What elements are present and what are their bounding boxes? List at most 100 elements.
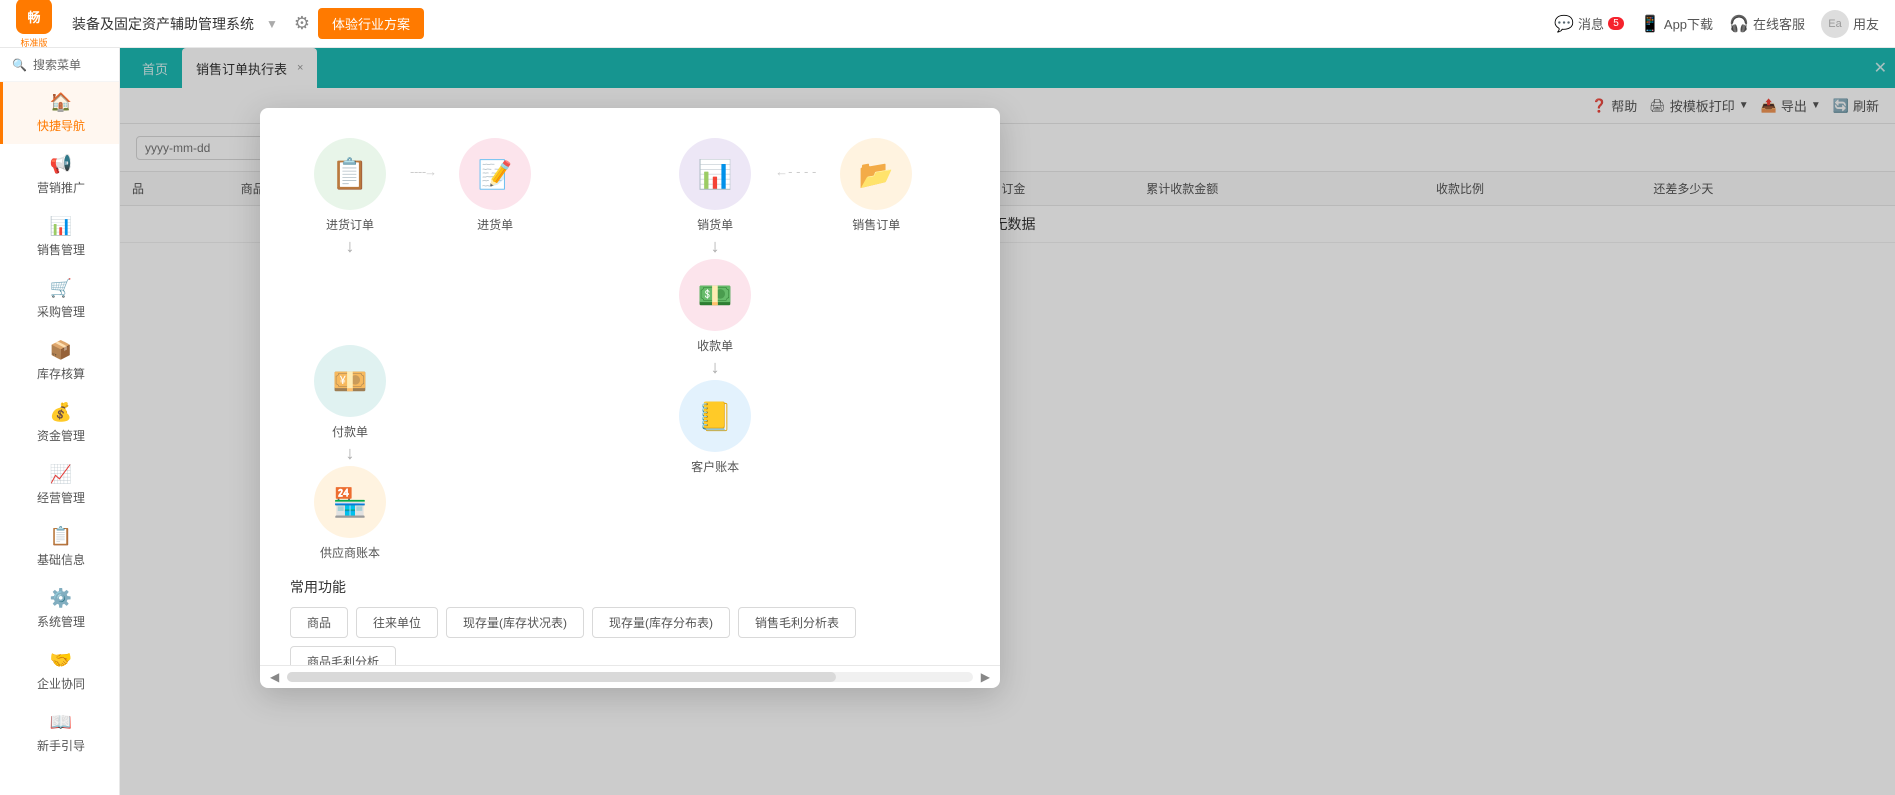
sidebar-item-finance[interactable]: 💰 资金管理 xyxy=(0,392,119,454)
flow-diagram: 📋 进货订单 ↓ 💴 xyxy=(290,138,970,561)
func-btn-goods[interactable]: 商品 xyxy=(290,607,348,638)
sales-order-label: 销售订单 xyxy=(852,216,900,233)
scroll-left-icon[interactable]: ◀ xyxy=(270,670,279,684)
down-arrow-3: ↓ xyxy=(346,444,355,462)
purchase-bill-circle: 📝 xyxy=(459,138,531,210)
flow-modal: 📋 进货订单 ↓ 💴 xyxy=(260,108,1000,688)
func-btn-inventory-status[interactable]: 现存量(库存状况表) xyxy=(446,607,584,638)
inventory-icon: 📦 xyxy=(50,340,72,361)
customer-ledger-circle: 📒 xyxy=(679,380,751,452)
func-grid: 商品 往来单位 现存量(库存状况表) 现存量(库存分布表) 销售毛利分析表 商品… xyxy=(290,607,970,665)
user-menu[interactable]: Ea 用友 xyxy=(1821,10,1879,38)
home-icon: 🏠 xyxy=(50,92,72,113)
sidebar-item-sales[interactable]: 📊 销售管理 xyxy=(0,206,119,268)
sidebar-item-collab[interactable]: 🤝 企业协同 xyxy=(0,640,119,702)
receipt-label: 收款单 xyxy=(697,337,733,354)
trial-button[interactable]: 体验行业方案 xyxy=(318,8,424,39)
sales-bill-circle: 📊 xyxy=(679,138,751,210)
download-icon: 📱 xyxy=(1640,14,1660,34)
flow-col-sales-order: 📂 销售订单 xyxy=(816,138,936,233)
sidebar-item-operations[interactable]: 📈 经营管理 xyxy=(0,454,119,516)
purchase-order-label: 进货订单 xyxy=(326,216,374,233)
search-menu-button[interactable]: 🔍 搜索菜单 xyxy=(0,48,119,82)
basic-info-icon: 📋 xyxy=(50,526,72,547)
collab-icon: 🤝 xyxy=(50,650,72,671)
flow-col-middle: 📝 进货单 xyxy=(435,138,555,233)
system-icon: ⚙️ xyxy=(50,588,72,609)
payment-label: 付款单 xyxy=(332,423,368,440)
app-download-button[interactable]: 📱 App下载 xyxy=(1640,14,1713,34)
sidebar-item-basic-info[interactable]: 📋 基础信息 xyxy=(0,516,119,578)
user-label: 用友 xyxy=(1853,14,1879,33)
scroll-right-icon[interactable]: ▶ xyxy=(981,670,990,684)
flow-item-purchase-bill[interactable]: 📝 进货单 xyxy=(435,138,555,233)
sidebar-item-quick-nav[interactable]: 🏠 快捷导航 xyxy=(0,82,119,144)
sidebar-item-label: 企业协同 xyxy=(37,675,85,692)
down-arrow-sales: ↓ xyxy=(711,237,720,255)
content-area: 首页 销售订单执行表 × ✕ ❓ 帮助 🖨 按模板打印 ▼ xyxy=(120,48,1895,795)
arrow-col-2: ←- - - - xyxy=(775,138,816,179)
payment-circle: 💴 xyxy=(314,345,386,417)
avatar: Ea xyxy=(1821,10,1849,38)
sidebar-item-purchase[interactable]: 🛒 采购管理 xyxy=(0,268,119,330)
flow-col-left: 📋 进货订单 ↓ 💴 xyxy=(290,138,410,561)
scroll-thumb xyxy=(287,672,835,682)
sidebar-item-label: 快捷导航 xyxy=(37,117,85,134)
logo-icon: 畅 xyxy=(16,0,52,34)
flow-item-customer-ledger[interactable]: 📒 客户账本 xyxy=(655,380,775,475)
sidebar-item-label: 营销推广 xyxy=(37,179,85,196)
logo-char: 畅 xyxy=(27,7,40,26)
sidebar-item-inventory[interactable]: 📦 库存核算 xyxy=(0,330,119,392)
app-title: 装备及固定资产辅助管理系统 xyxy=(72,14,254,34)
arrow-col-1: - - - -→ xyxy=(410,138,435,179)
finance-icon: 💰 xyxy=(50,402,72,423)
modal-body: 📋 进货订单 ↓ 💴 xyxy=(260,108,1000,665)
func-btn-sales-profit[interactable]: 销售毛利分析表 xyxy=(738,607,856,638)
purchase-order-circle: 📋 xyxy=(314,138,386,210)
supplier-ledger-label: 供应商账本 xyxy=(320,544,380,561)
down-arrow-receipt: ↓ xyxy=(711,358,720,376)
sales-order-circle: 📂 xyxy=(840,138,912,210)
logo-area: 畅 标准版 xyxy=(16,0,52,49)
flow-item-purchase-order[interactable]: 📋 进货订单 xyxy=(290,138,410,233)
settings-icon[interactable]: ⚙ xyxy=(294,13,310,34)
purchase-bill-label: 进货单 xyxy=(477,216,513,233)
service-icon: 🎧 xyxy=(1729,14,1749,34)
sidebar-item-system[interactable]: ⚙️ 系统管理 xyxy=(0,578,119,640)
message-icon: 💬 xyxy=(1554,14,1574,34)
scroll-track[interactable] xyxy=(287,672,973,682)
dashed-arrow-left: ←- - - - xyxy=(775,164,816,179)
func-btn-inventory-dist[interactable]: 现存量(库存分布表) xyxy=(592,607,730,638)
func-btn-partner[interactable]: 往来单位 xyxy=(356,607,438,638)
scrollbar-row: ◀ ▶ xyxy=(260,665,1000,688)
sidebar-item-label: 新手引导 xyxy=(37,737,85,754)
receipt-circle: 💵 xyxy=(679,259,751,331)
guide-icon: 📖 xyxy=(50,712,72,733)
online-service-button[interactable]: 🎧 在线客服 xyxy=(1729,14,1805,34)
common-functions: 常用功能 商品 往来单位 现存量(库存状况表) 现存量(库存分布表) 销售毛利分… xyxy=(290,577,970,665)
flow-item-sales-bill[interactable]: 📊 销货单 xyxy=(655,138,775,233)
customer-ledger-label: 客户账本 xyxy=(691,458,739,475)
dropdown-arrow-icon[interactable]: ▼ xyxy=(266,17,278,31)
main-area: 🔍 搜索菜单 🏠 快捷导航 📢 营销推广 📊 销售管理 🛒 采购管理 📦 xyxy=(0,48,1895,795)
flow-item-payment[interactable]: 💴 付款单 xyxy=(290,345,410,440)
search-menu-label: 搜索菜单 xyxy=(33,56,81,73)
app-title-area: 装备及固定资产辅助管理系统 xyxy=(72,14,254,34)
sidebar: 🔍 搜索菜单 🏠 快捷导航 📢 营销推广 📊 销售管理 🛒 采购管理 📦 xyxy=(0,48,120,795)
func-btn-goods-profit[interactable]: 商品毛利分析 xyxy=(290,646,396,665)
flow-item-receipt[interactable]: 💵 收款单 xyxy=(655,259,775,354)
top-bar-right: 💬 消息 5 📱 App下载 🎧 在线客服 Ea 用友 xyxy=(1554,10,1879,38)
top-bar: 畅 标准版 装备及固定资产辅助管理系统 ▼ ⚙ 体验行业方案 💬 消息 5 📱 … xyxy=(0,0,1895,48)
sidebar-item-guide[interactable]: 📖 新手引导 xyxy=(0,702,119,764)
sidebar-item-marketing[interactable]: 📢 营销推广 xyxy=(0,144,119,206)
sales-bill-label: 销货单 xyxy=(697,216,733,233)
sidebar-item-label: 系统管理 xyxy=(37,613,85,630)
top-bar-left: 畅 标准版 装备及固定资产辅助管理系统 ▼ ⚙ 体验行业方案 xyxy=(16,0,424,49)
app-download-label: App下载 xyxy=(1664,14,1713,33)
message-button[interactable]: 💬 消息 5 xyxy=(1554,14,1624,34)
online-service-label: 在线客服 xyxy=(1753,14,1805,33)
marketing-icon: 📢 xyxy=(50,154,72,175)
flow-item-sales-order[interactable]: 📂 销售订单 xyxy=(816,138,936,233)
flow-item-supplier-ledger[interactable]: 🏪 供应商账本 xyxy=(290,466,410,561)
down-arrow-1: ↓ xyxy=(346,237,355,255)
